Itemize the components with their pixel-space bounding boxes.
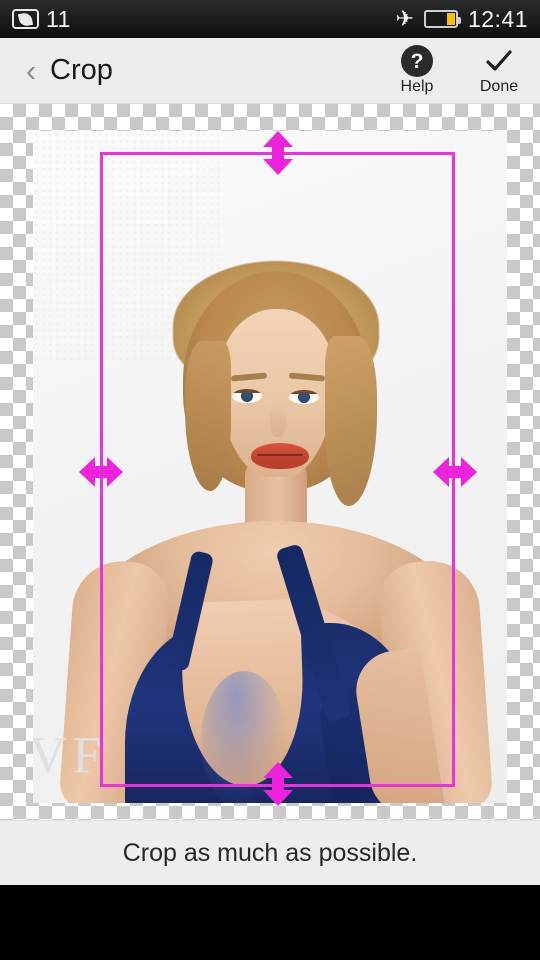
checkmark-icon [486,50,512,71]
airplane-mode-icon: ✈ [395,6,414,31]
app-root: 11 ✈ 12:41 ‹ Crop ? Help Done VF Crop as… [0,0,540,960]
help-button[interactable]: ? Help [376,38,458,104]
leaf-shape [17,11,34,27]
action-bar: ‹ Crop ? Help Done [0,38,540,104]
question-mark-icon: ? [401,45,433,77]
image-canvas[interactable]: VF [0,104,540,820]
status-bar-clock: 12:41 [467,5,528,32]
battery-icon [423,10,461,28]
instruction-text: Crop as much as possible. [122,838,418,867]
status-bar-right: ✈ 12:41 [396,6,529,33]
crop-handle-left[interactable] [78,450,124,494]
crop-handle-top[interactable] [256,130,300,176]
done-label: Done [479,78,519,95]
battery-level-fill [446,13,455,25]
crop-handle-bottom[interactable] [256,761,300,807]
status-bar: 11 ✈ 12:41 [0,0,540,38]
page-title: Crop [50,54,113,86]
arrow-up-down-icon [263,131,293,175]
arrow-left-right-icon [433,457,477,487]
instruction-bar: Crop as much as possible. [0,820,540,885]
arrow-up-down-icon [263,762,293,806]
crop-rectangle[interactable] [100,152,455,787]
leaf-eco-icon [12,9,39,29]
navigation-area [0,885,540,960]
action-bar-actions: ? Help Done [376,38,540,104]
arrow-left-right-icon [79,457,123,487]
help-label: Help [400,78,434,95]
status-bar-left: 11 [12,6,71,33]
done-button[interactable]: Done [458,38,540,104]
eco-count: 11 [46,5,71,32]
crop-handle-right[interactable] [432,450,478,494]
back-chevron-icon[interactable]: ‹ [14,55,48,86]
